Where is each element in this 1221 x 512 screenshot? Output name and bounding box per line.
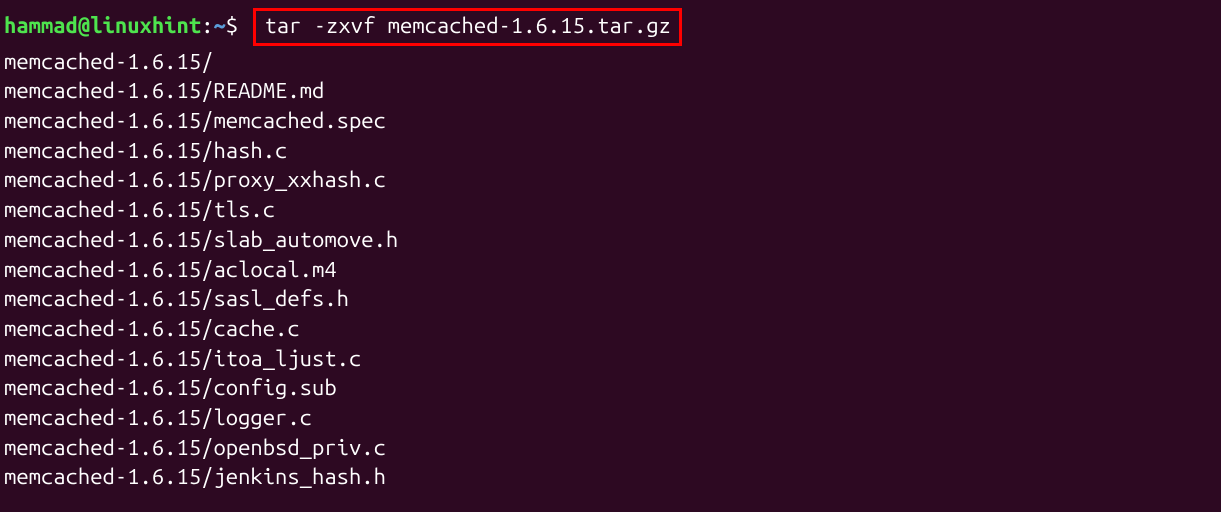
output-line: memcached-1.6.15/memcached.spec bbox=[4, 106, 1217, 136]
command-highlight-box: tar -zxvf memcached-1.6.15.tar.gz bbox=[253, 8, 682, 46]
output-line: memcached-1.6.15/slab_automove.h bbox=[4, 225, 1217, 255]
output-line: memcached-1.6.15/tls.c bbox=[4, 195, 1217, 225]
terminal-prompt-line: hammad@linuxhint:~$ tar -zxvf memcached-… bbox=[4, 8, 1217, 46]
output-line: memcached-1.6.15/sasl_defs.h bbox=[4, 284, 1217, 314]
prompt-dollar: $ bbox=[226, 13, 238, 38]
output-line: memcached-1.6.15/config.sub bbox=[4, 373, 1217, 403]
output-line: memcached-1.6.15/aclocal.m4 bbox=[4, 255, 1217, 285]
prompt-user-host: hammad@linuxhint bbox=[4, 13, 201, 38]
prompt-path: ~ bbox=[213, 13, 225, 38]
command-text[interactable]: tar -zxvf memcached-1.6.15.tar.gz bbox=[264, 13, 671, 38]
output-line: memcached-1.6.15/itoa_ljust.c bbox=[4, 344, 1217, 374]
output-line: memcached-1.6.15/hash.c bbox=[4, 136, 1217, 166]
output-line: memcached-1.6.15/openbsd_priv.c bbox=[4, 433, 1217, 463]
output-line: memcached-1.6.15/proxy_xxhash.c bbox=[4, 165, 1217, 195]
output-line: memcached-1.6.15/README.md bbox=[4, 76, 1217, 106]
prompt-colon: : bbox=[201, 13, 213, 38]
output-line: memcached-1.6.15/cache.c bbox=[4, 314, 1217, 344]
output-line: memcached-1.6.15/ bbox=[4, 47, 1217, 77]
output-line: memcached-1.6.15/logger.c bbox=[4, 403, 1217, 433]
output-line: memcached-1.6.15/jenkins_hash.h bbox=[4, 462, 1217, 492]
